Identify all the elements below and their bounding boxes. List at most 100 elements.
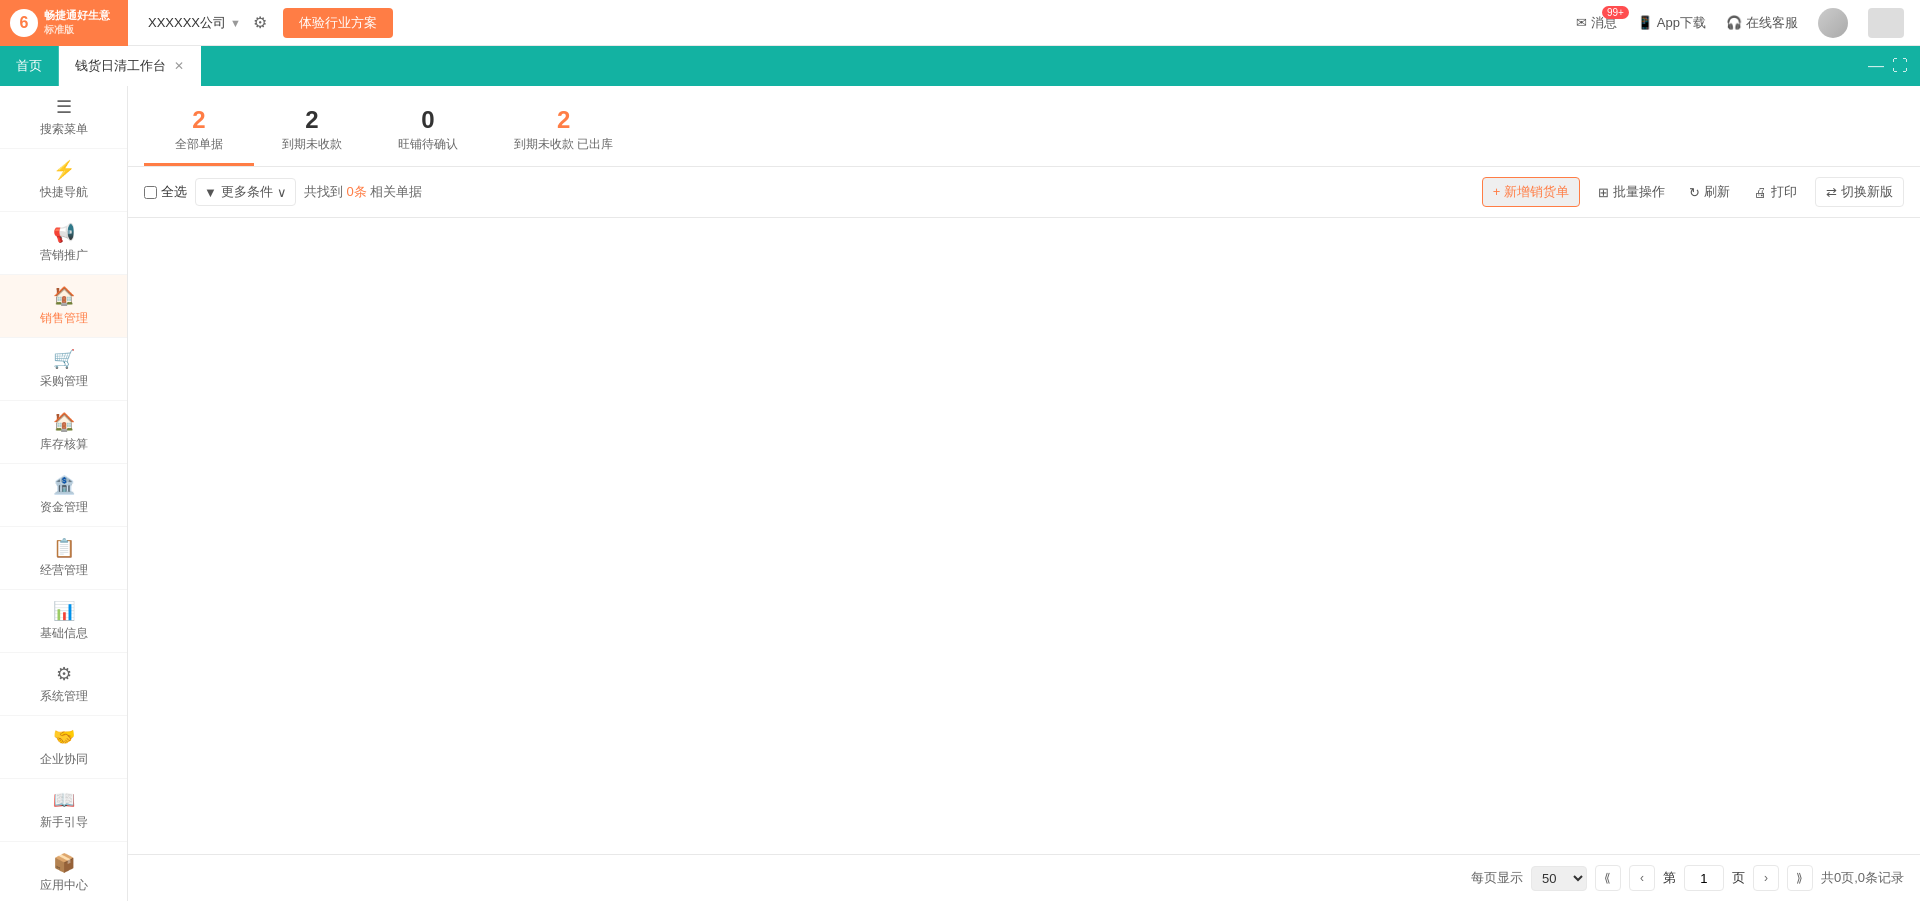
sidebar-item-label-enterprise-coop: 企业协同 (40, 751, 88, 768)
main-layout: ☰ 搜索菜单 ⚡ 快捷导航 📢 营销推广 🏠 销售管理 🛒 采购管理 🏠 库存核… (0, 86, 1920, 901)
sidebar-item-quick-nav[interactable]: ⚡ 快捷导航 (0, 149, 127, 212)
tabbar-actions: — ⛶ (1868, 57, 1920, 75)
page-label-ye: 页 (1732, 869, 1745, 887)
tab-home-label: 首页 (16, 57, 42, 75)
sidebar-item-app-center[interactable]: 📦 应用中心 (0, 842, 127, 901)
tabbar-minimize-icon[interactable]: — (1868, 57, 1884, 75)
avatar-image (1818, 8, 1848, 38)
sidebar-item-label-system-mgmt: 系统管理 (40, 688, 88, 705)
logo-brand: 畅捷通好生意 (44, 8, 110, 23)
select-all-checkbox[interactable]: 全选 (144, 183, 187, 201)
stat-tab-overdue-uncollected[interactable]: 2 到期未收款 (254, 98, 370, 166)
user-menu-btn[interactable] (1868, 8, 1904, 38)
company-name: XXXXXX公司 (148, 14, 226, 32)
page-last-button[interactable]: ⟫ (1787, 865, 1813, 891)
stat-count-all: 2 (192, 106, 205, 134)
batch-operation-button[interactable]: ⊞ 批量操作 (1592, 179, 1671, 205)
app-download-item[interactable]: 📱 App下载 (1637, 14, 1706, 32)
newbie-guide-icon: 📖 (53, 789, 75, 811)
found-prefix: 共找到 (304, 184, 343, 199)
tab-cash-work[interactable]: 钱货日清工作台 ✕ (59, 46, 201, 86)
tab-cash-work-label: 钱货日清工作台 (75, 57, 166, 75)
page-label-di: 第 (1663, 869, 1676, 887)
page-first-button[interactable]: ⟪ (1595, 865, 1621, 891)
switch-icon: ⇄ (1826, 185, 1837, 200)
system-mgmt-icon: ⚙ (56, 663, 72, 685)
sidebar-item-newbie-guide[interactable]: 📖 新手引导 (0, 779, 127, 842)
stat-tab-all[interactable]: 2 全部单据 (144, 98, 254, 166)
message-icon: ✉ (1576, 15, 1587, 30)
stat-label-wangpu: 旺铺待确认 (398, 136, 458, 153)
stat-tab-overdue-unshipped[interactable]: 2 到期未收款 已出库 (486, 98, 641, 166)
page-number-input[interactable] (1684, 865, 1724, 891)
found-count: 0条 (347, 184, 367, 199)
sidebar-item-label-search-menu: 搜索菜单 (40, 121, 88, 138)
tab-home[interactable]: 首页 (0, 46, 59, 86)
print-button[interactable]: 🖨 打印 (1748, 179, 1803, 205)
sidebar-item-finance-mgmt[interactable]: 🏦 资金管理 (0, 464, 127, 527)
sidebar-item-purchase-mgmt[interactable]: 🛒 采购管理 (0, 338, 127, 401)
filter-chevron-icon: ∨ (277, 185, 287, 200)
page-next-button[interactable]: › (1753, 865, 1779, 891)
app-download-label: App下载 (1657, 14, 1706, 32)
sidebar-item-label-stock-mgmt: 库存核算 (40, 436, 88, 453)
chevron-down-icon: ▼ (230, 17, 241, 29)
logo-text-area: 畅捷通好生意 标准版 (44, 8, 110, 37)
stat-label-overdue-unshipped: 到期未收款 已出库 (514, 136, 613, 153)
sidebar-item-search-menu[interactable]: ☰ 搜索菜单 (0, 86, 127, 149)
quick-nav-icon: ⚡ (53, 159, 75, 181)
sidebar-item-label-app-center: 应用中心 (40, 877, 88, 894)
sidebar-item-label-finance-mgmt: 资金管理 (40, 499, 88, 516)
select-all-input[interactable] (144, 186, 157, 199)
tab-close-icon[interactable]: ✕ (174, 59, 184, 73)
filter-label: 更多条件 (221, 183, 273, 201)
logo-sub: 标准版 (44, 23, 110, 37)
sidebar-item-basic-info[interactable]: 📊 基础信息 (0, 590, 127, 653)
sidebar-item-sales-mgmt[interactable]: 🏠 销售管理 (0, 275, 127, 338)
enterprise-coop-icon: 🤝 (53, 726, 75, 748)
table-area (128, 218, 1920, 854)
settings-icon[interactable]: ⚙ (253, 13, 267, 32)
toolbar-right: + 新增销货单 ⊞ 批量操作 ↻ 刷新 🖨 打印 ⇄ 切换新版 (1482, 177, 1904, 207)
stat-tab-wangpu-confirm[interactable]: 0 旺铺待确认 (370, 98, 486, 166)
per-page-label: 每页显示 (1471, 869, 1523, 887)
topbar: 6 畅捷通好生意 标准版 XXXXXX公司 ▼ ⚙ 体验行业方案 ✉ 消息 99… (0, 0, 1920, 46)
tabbar: 首页 钱货日清工作台 ✕ — ⛶ (0, 46, 1920, 86)
page-prev-button[interactable]: ‹ (1629, 865, 1655, 891)
avatar[interactable] (1818, 8, 1848, 38)
logo-icon: 6 (10, 9, 38, 37)
sidebar-item-enterprise-coop[interactable]: 🤝 企业协同 (0, 716, 127, 779)
company-selector[interactable]: XXXXXX公司 ▼ (148, 14, 241, 32)
switch-version-button[interactable]: ⇄ 切换新版 (1815, 177, 1904, 207)
per-page-select[interactable]: 50 100 200 (1531, 866, 1587, 891)
online-service-item[interactable]: 🎧 在线客服 (1726, 14, 1798, 32)
trial-button[interactable]: 体验行业方案 (283, 8, 393, 38)
sidebar-item-stock-mgmt[interactable]: 🏠 库存核算 (0, 401, 127, 464)
refresh-label: 刷新 (1704, 183, 1730, 201)
found-text: 共找到 0条 相关单据 (304, 183, 422, 201)
message-badge: 99+ (1602, 6, 1629, 19)
filter-button[interactable]: ▼ 更多条件 ∨ (195, 178, 296, 206)
refresh-icon: ↻ (1689, 185, 1700, 200)
add-sales-order-button[interactable]: + 新增销货单 (1482, 177, 1580, 207)
sidebar-item-system-mgmt[interactable]: ⚙ 系统管理 (0, 653, 127, 716)
refresh-button[interactable]: ↻ 刷新 (1683, 179, 1736, 205)
batch-label: 批量操作 (1613, 183, 1665, 201)
sidebar-item-ops-mgmt[interactable]: 📋 经营管理 (0, 527, 127, 590)
sales-mgmt-icon: 🏠 (53, 285, 75, 307)
logo-area: 6 畅捷通好生意 标准版 (0, 0, 128, 46)
select-all-label: 全选 (161, 183, 187, 201)
sidebar-item-label-marketing: 营销推广 (40, 247, 88, 264)
switch-label: 切换新版 (1841, 183, 1893, 201)
online-service-label: 在线客服 (1746, 14, 1798, 32)
content-area: 2 全部单据 2 到期未收款 0 旺铺待确认 2 到期未收款 已出库 全选 (128, 86, 1920, 901)
message-item[interactable]: ✉ 消息 99+ (1576, 14, 1617, 32)
basic-info-icon: 📊 (53, 600, 75, 622)
purchase-mgmt-icon: 🛒 (53, 348, 75, 370)
sidebar-item-label-basic-info: 基础信息 (40, 625, 88, 642)
sidebar-item-marketing[interactable]: 📢 营销推广 (0, 212, 127, 275)
tabbar-maximize-icon[interactable]: ⛶ (1892, 57, 1908, 75)
sidebar: ☰ 搜索菜单 ⚡ 快捷导航 📢 营销推广 🏠 销售管理 🛒 采购管理 🏠 库存核… (0, 86, 128, 901)
stock-mgmt-icon: 🏠 (53, 411, 75, 433)
finance-mgmt-icon: 🏦 (53, 474, 75, 496)
